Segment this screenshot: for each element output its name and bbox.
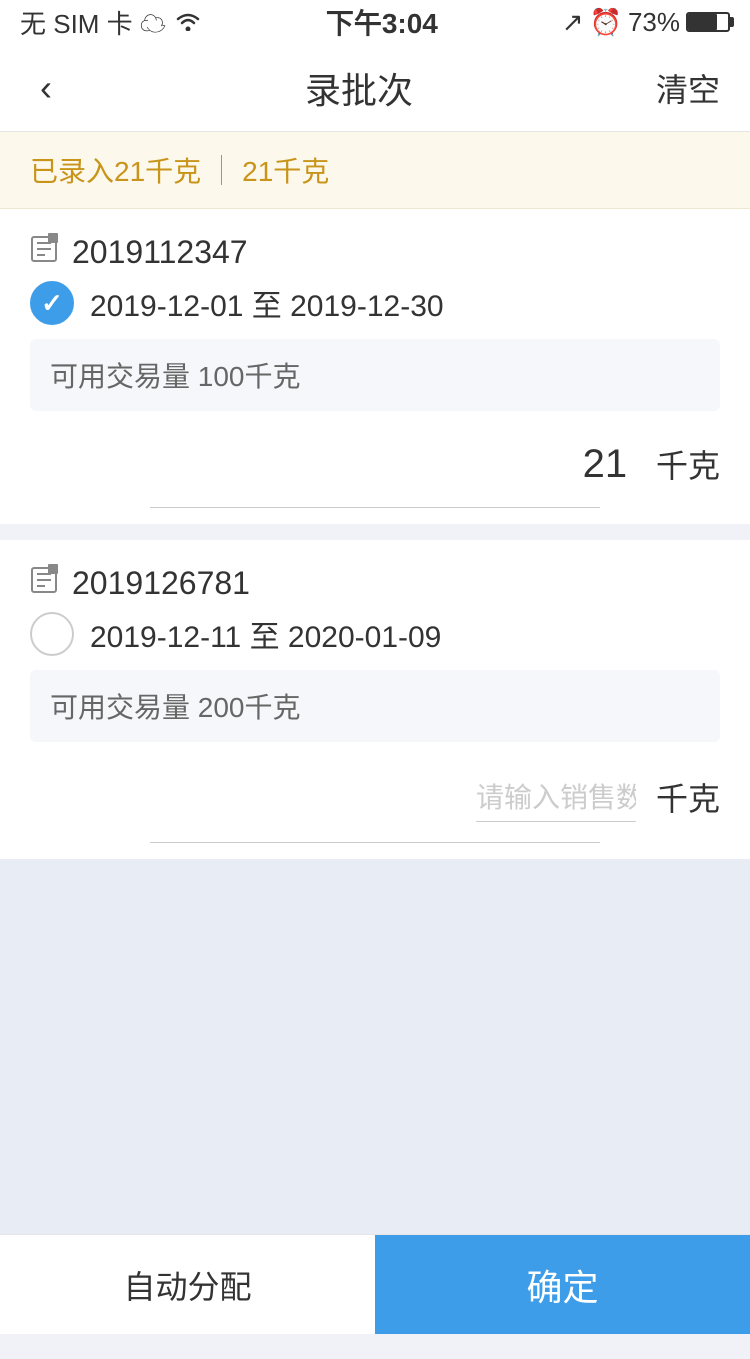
batch-1-available: 可用交易量 100千克: [30, 339, 720, 411]
batch-2-available: 可用交易量 200千克: [30, 670, 720, 742]
batch-2-icon: [30, 564, 62, 602]
status-bar: 无 SIM 卡 ☁ 下午3:04 ↗ ⏰ 73%: [0, 0, 750, 44]
confirm-label: 确定: [526, 1259, 598, 1311]
page-title: 录批次: [305, 62, 413, 114]
batch-1-number: 2019112347: [72, 234, 248, 271]
page-wrapper: 无 SIM 卡 ☁ 下午3:04 ↗ ⏰ 73% ‹ 录批次 清空: [0, 0, 750, 1359]
nav-bar: ‹ 录批次 清空: [0, 44, 750, 132]
section-separator: [0, 524, 750, 540]
batch-1-radio[interactable]: [30, 281, 74, 325]
info-divider: [221, 155, 222, 185]
no-sim-label: 无 SIM 卡 ☁: [20, 4, 166, 41]
batch-2-number: 2019126781: [72, 565, 250, 602]
batch-1-date-row: 2019-12-01 至 2019-12-30: [0, 281, 750, 339]
auto-distribute-label: 自动分配: [123, 1262, 251, 1308]
confirm-button[interactable]: 确定: [375, 1235, 750, 1334]
battery-icon: [686, 12, 730, 32]
auto-distribute-button[interactable]: 自动分配: [0, 1235, 375, 1334]
batch-1-date: 2019-12-01 至 2019-12-30: [90, 281, 444, 325]
batch-2-date: 2019-12-11 至 2020-01-09: [90, 612, 441, 656]
batch-2-radio[interactable]: [30, 612, 74, 656]
status-time: 下午3:04: [326, 2, 438, 42]
total-value: 21千克: [242, 150, 329, 190]
batch-2-quantity-row: 千克: [0, 762, 750, 842]
batch-1-header: 2019112347: [0, 209, 750, 281]
info-bar: 已录入21千克 21千克: [0, 132, 750, 209]
clear-button[interactable]: 清空: [656, 65, 720, 111]
batch-1-quantity-row: 21 千克: [0, 431, 750, 507]
content-area: 2019112347 2019-12-01 至 2019-12-30 可用交易量…: [0, 209, 750, 1359]
empty-area: [0, 859, 750, 1259]
status-right: ↗ ⏰ 73%: [562, 7, 730, 38]
recorded-info: 已录入21千克: [30, 150, 201, 190]
batch-1-icon: [30, 233, 62, 271]
batch-2-quantity-input[interactable]: [476, 772, 636, 822]
footer: 自动分配 确定: [0, 1234, 750, 1334]
batch-card-1: 2019112347 2019-12-01 至 2019-12-30 可用交易量…: [0, 209, 750, 524]
batch-2-date-row: 2019-12-11 至 2020-01-09: [0, 612, 750, 670]
batch-card-2: 2019126781 2019-12-11 至 2020-01-09 可用交易量…: [0, 540, 750, 859]
location-icon: ↗: [562, 7, 584, 38]
batch-1-quantity-value: 21: [583, 442, 628, 487]
back-button[interactable]: ‹: [30, 57, 62, 119]
batch-1-unit: 千克: [647, 441, 720, 487]
battery-pct: 73%: [628, 7, 680, 38]
batch-2-header: 2019126781: [0, 540, 750, 612]
wifi-icon: [174, 7, 202, 38]
batch-2-unit: 千克: [656, 774, 720, 820]
status-left: 无 SIM 卡 ☁: [20, 4, 202, 41]
clock-icon: ⏰: [590, 7, 622, 38]
